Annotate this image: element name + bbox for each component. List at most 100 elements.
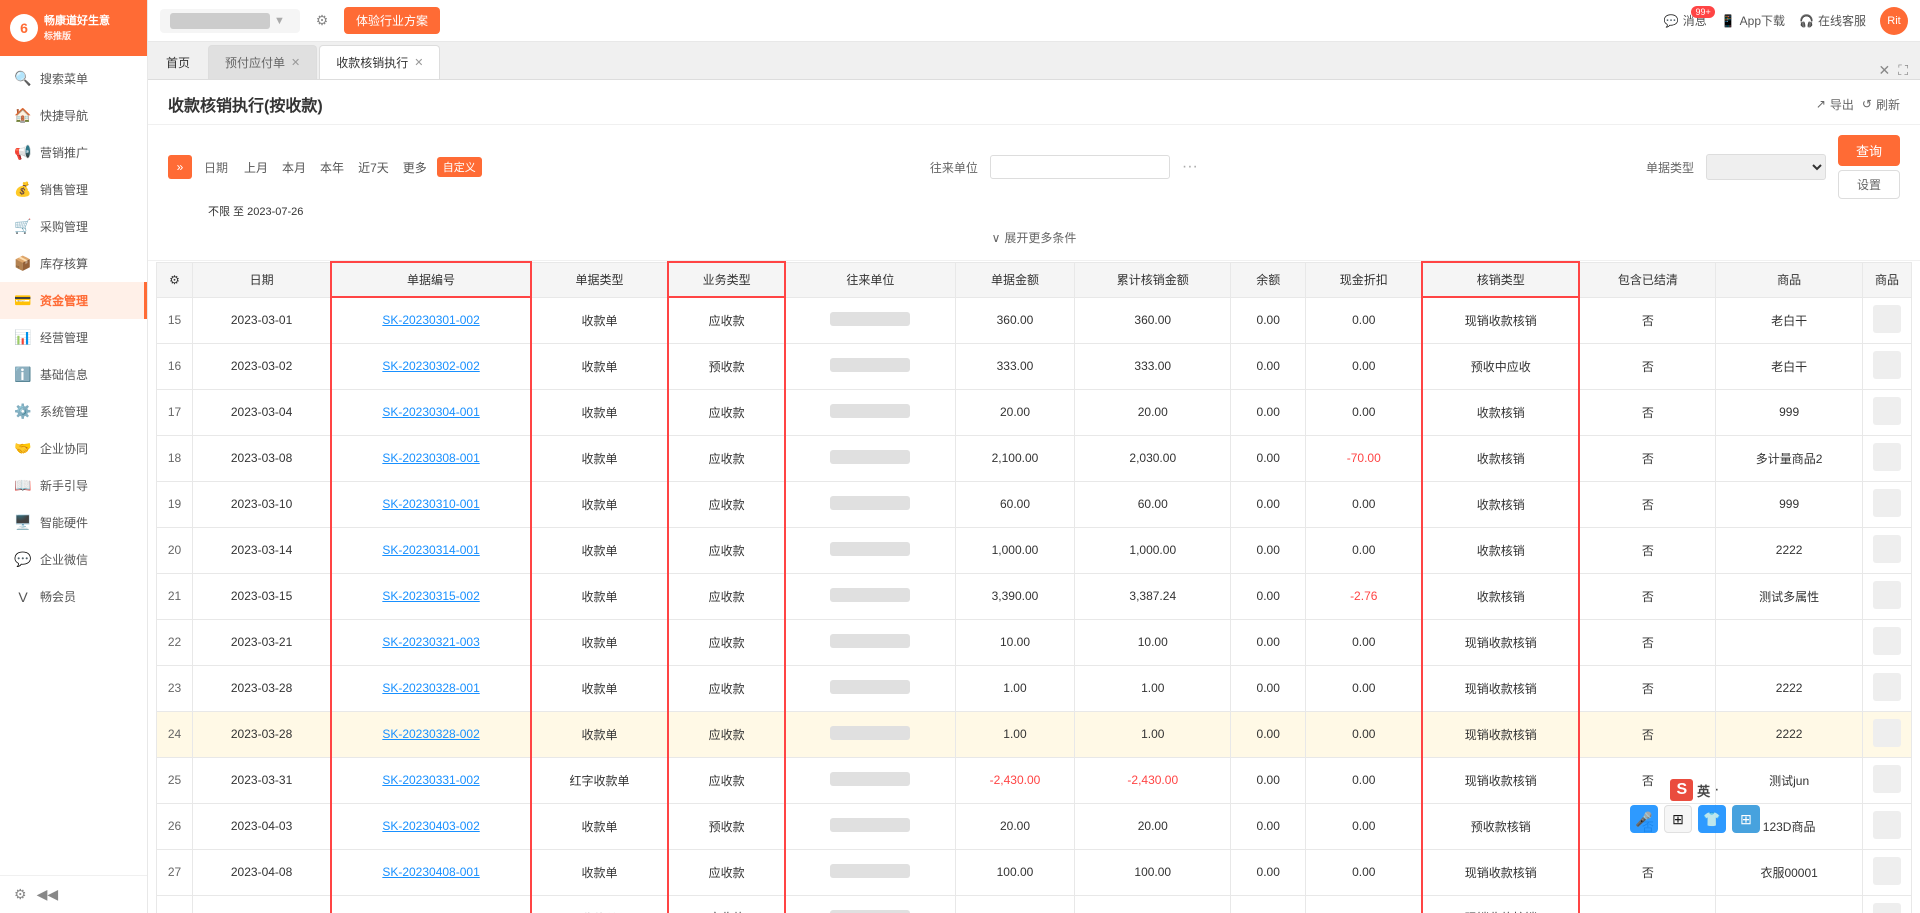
topbar-settings-icon[interactable]: ⚙ xyxy=(308,7,336,35)
th-product[interactable]: 商品 xyxy=(1716,262,1863,297)
table-row: 22 2023-03-21 SK-20230321-003 收款单 应收款 10… xyxy=(157,619,1912,665)
row-biz-type: 应收款 xyxy=(668,757,785,803)
row-product2 xyxy=(1863,757,1912,803)
this-year-btn[interactable]: 本年 xyxy=(316,157,348,178)
settings-bottom-icon[interactable]: ⚙ xyxy=(14,886,27,903)
sidebar-item-search[interactable]: 🔍搜索菜单 xyxy=(0,60,147,97)
sidebar-item-quick-nav[interactable]: 🏠快捷导航 xyxy=(0,97,147,134)
this-month-btn[interactable]: 本月 xyxy=(278,157,310,178)
filter-toggle-button[interactable]: » xyxy=(168,155,192,179)
counterparty-dots[interactable]: ··· xyxy=(1182,158,1198,176)
th-doc-type[interactable]: 单据类型 xyxy=(531,262,668,297)
tab-collection[interactable]: 收款核销执行 ✕ xyxy=(319,45,440,79)
watermark-shirt-icon[interactable]: 👕 xyxy=(1698,805,1726,833)
row-product2 xyxy=(1863,343,1912,389)
close-tab-icon[interactable]: ✕ xyxy=(1878,62,1890,79)
row-doc-no: SK-20230308-001 xyxy=(331,435,531,481)
doc-no-link[interactable]: SK-20230314-001 xyxy=(382,543,479,557)
doc-no-link[interactable]: SK-20230331-002 xyxy=(382,773,479,787)
query-button[interactable]: 查询 xyxy=(1838,135,1900,166)
table-row: 21 2023-03-15 SK-20230315-002 收款单 应收款 3,… xyxy=(157,573,1912,619)
last-7days-btn[interactable]: 近7天 xyxy=(354,157,393,178)
row-doc-no: SK-20230331-002 xyxy=(331,757,531,803)
sidebar-item-finance[interactable]: 💳资金管理 xyxy=(0,282,147,319)
doc-no-link[interactable]: SK-20230308-001 xyxy=(382,451,479,465)
expand-more-btn[interactable]: ∨ 展开更多条件 xyxy=(992,225,1077,250)
watermark-grid-icon[interactable]: ⊞ xyxy=(1664,805,1692,833)
sidebar-item-hardware[interactable]: 🖥️智能硬件 xyxy=(0,504,147,541)
table-row: 28 2023-04-18 SK-20230418-001 收款单 应收款 10… xyxy=(157,895,1912,913)
tab-home[interactable]: 首页 xyxy=(150,46,206,79)
sidebar-label-search: 搜索菜单 xyxy=(40,70,88,87)
sidebar-icon-quick-nav: 🏠 xyxy=(14,107,32,124)
th-settings[interactable]: ⚙ xyxy=(157,262,193,297)
th-counterparty[interactable]: 往来单位 xyxy=(785,262,955,297)
doc-no-link[interactable]: SK-20230302-002 xyxy=(382,359,479,373)
refresh-button[interactable]: ↺ 刷新 xyxy=(1862,96,1900,113)
doc-no-link[interactable]: SK-20230321-003 xyxy=(382,635,479,649)
app-download-button[interactable]: 📱 App下载 xyxy=(1721,12,1785,29)
prepay-tab-close[interactable]: ✕ xyxy=(291,56,300,69)
th-doc-no[interactable]: 单据编号 xyxy=(331,262,531,297)
sidebar-item-enterprise[interactable]: 🤝企业协同 xyxy=(0,430,147,467)
sidebar-item-purchase[interactable]: 🛒采购管理 xyxy=(0,208,147,245)
row-balance: 0.00 xyxy=(1231,573,1306,619)
th-product2[interactable]: 商品 xyxy=(1863,262,1912,297)
row-product2 xyxy=(1863,435,1912,481)
more-dates-btn[interactable]: 更多 xyxy=(399,157,431,178)
doc-no-link[interactable]: SK-20230328-001 xyxy=(382,681,479,695)
row-date: 2023-04-03 xyxy=(193,803,332,849)
row-counterparty xyxy=(785,803,955,849)
row-doc-no: SK-20230304-001 xyxy=(331,389,531,435)
watermark-plus-icon[interactable]: ⊞ xyxy=(1732,805,1760,833)
doc-no-link[interactable]: SK-20230315-002 xyxy=(382,589,479,603)
row-product: 2222 xyxy=(1716,711,1863,757)
user-avatar[interactable]: Rit xyxy=(1880,7,1908,35)
logo-icon: 6 xyxy=(10,14,38,42)
counterparty-input[interactable] xyxy=(990,155,1170,179)
sidebar-item-wechat[interactable]: 💬企业微信 xyxy=(0,541,147,578)
th-amount[interactable]: 单据金额 xyxy=(955,262,1075,297)
filter-settings-button[interactable]: 设置 xyxy=(1838,170,1900,199)
th-written-off[interactable]: 累计核销金额 xyxy=(1075,262,1231,297)
sidebar-item-inventory[interactable]: 📦库存核算 xyxy=(0,245,147,282)
sidebar-item-member[interactable]: V畅会员 xyxy=(0,578,147,615)
doc-type-select[interactable] xyxy=(1706,154,1826,180)
th-balance[interactable]: 余额 xyxy=(1231,262,1306,297)
th-include-cleared[interactable]: 包含已结清 xyxy=(1579,262,1715,297)
messages-button[interactable]: 💬 消息 99+ xyxy=(1664,12,1707,29)
sidebar-item-system[interactable]: ⚙️系统管理 xyxy=(0,393,147,430)
doc-no-link[interactable]: SK-20230403-002 xyxy=(382,819,479,833)
tab-bar: 首页 预付应付单 ✕ 收款核销执行 ✕ ✕ ⛶ xyxy=(148,42,1920,80)
collection-tab-close[interactable]: ✕ xyxy=(414,56,423,69)
sidebar-item-operations[interactable]: 📊经营管理 xyxy=(0,319,147,356)
last-month-btn[interactable]: 上月 xyxy=(240,157,272,178)
th-biz-type[interactable]: 业务类型 xyxy=(668,262,785,297)
th-cash-discount[interactable]: 现金折扣 xyxy=(1306,262,1422,297)
custom-date-btn[interactable]: 自定义 xyxy=(437,157,482,177)
doc-no-link[interactable]: SK-20230304-001 xyxy=(382,405,479,419)
breadcrumb-path[interactable]: 路径 ▼ xyxy=(160,9,300,33)
th-date[interactable]: 日期 xyxy=(193,262,332,297)
tab-prepay[interactable]: 预付应付单 ✕ xyxy=(208,45,317,79)
row-biz-type: 应收款 xyxy=(668,481,785,527)
row-doc-no: SK-20230321-003 xyxy=(331,619,531,665)
doc-no-link[interactable]: SK-20230301-002 xyxy=(382,313,479,327)
watermark-mic-icon[interactable]: 🎤 xyxy=(1630,805,1658,833)
sidebar-label-hardware: 智能硬件 xyxy=(40,514,88,531)
sidebar-item-guide[interactable]: 📖新手引导 xyxy=(0,467,147,504)
sidebar-item-basic[interactable]: ℹ️基础信息 xyxy=(0,356,147,393)
doc-no-link[interactable]: SK-20230310-001 xyxy=(382,497,479,511)
th-write-off-type[interactable]: 核销类型 xyxy=(1422,262,1579,297)
doc-no-link[interactable]: SK-20230328-002 xyxy=(382,727,479,741)
doc-no-link[interactable]: SK-20230408-001 xyxy=(382,865,479,879)
row-doc-type: 收款单 xyxy=(531,619,668,665)
export-button[interactable]: ↗ 导出 xyxy=(1816,96,1854,113)
maximize-icon[interactable]: ⛶ xyxy=(1898,62,1908,79)
online-support-button[interactable]: 🎧 在线客服 xyxy=(1799,12,1866,29)
row-write-off-type: 现销收款核销 xyxy=(1422,665,1579,711)
sidebar-item-sales[interactable]: 💰销售管理 xyxy=(0,171,147,208)
sidebar-item-marketing[interactable]: 📢营销推广 xyxy=(0,134,147,171)
collapse-icon[interactable]: ◀◀ xyxy=(37,886,59,903)
industry-solution-button[interactable]: 体验行业方案 xyxy=(344,7,440,34)
